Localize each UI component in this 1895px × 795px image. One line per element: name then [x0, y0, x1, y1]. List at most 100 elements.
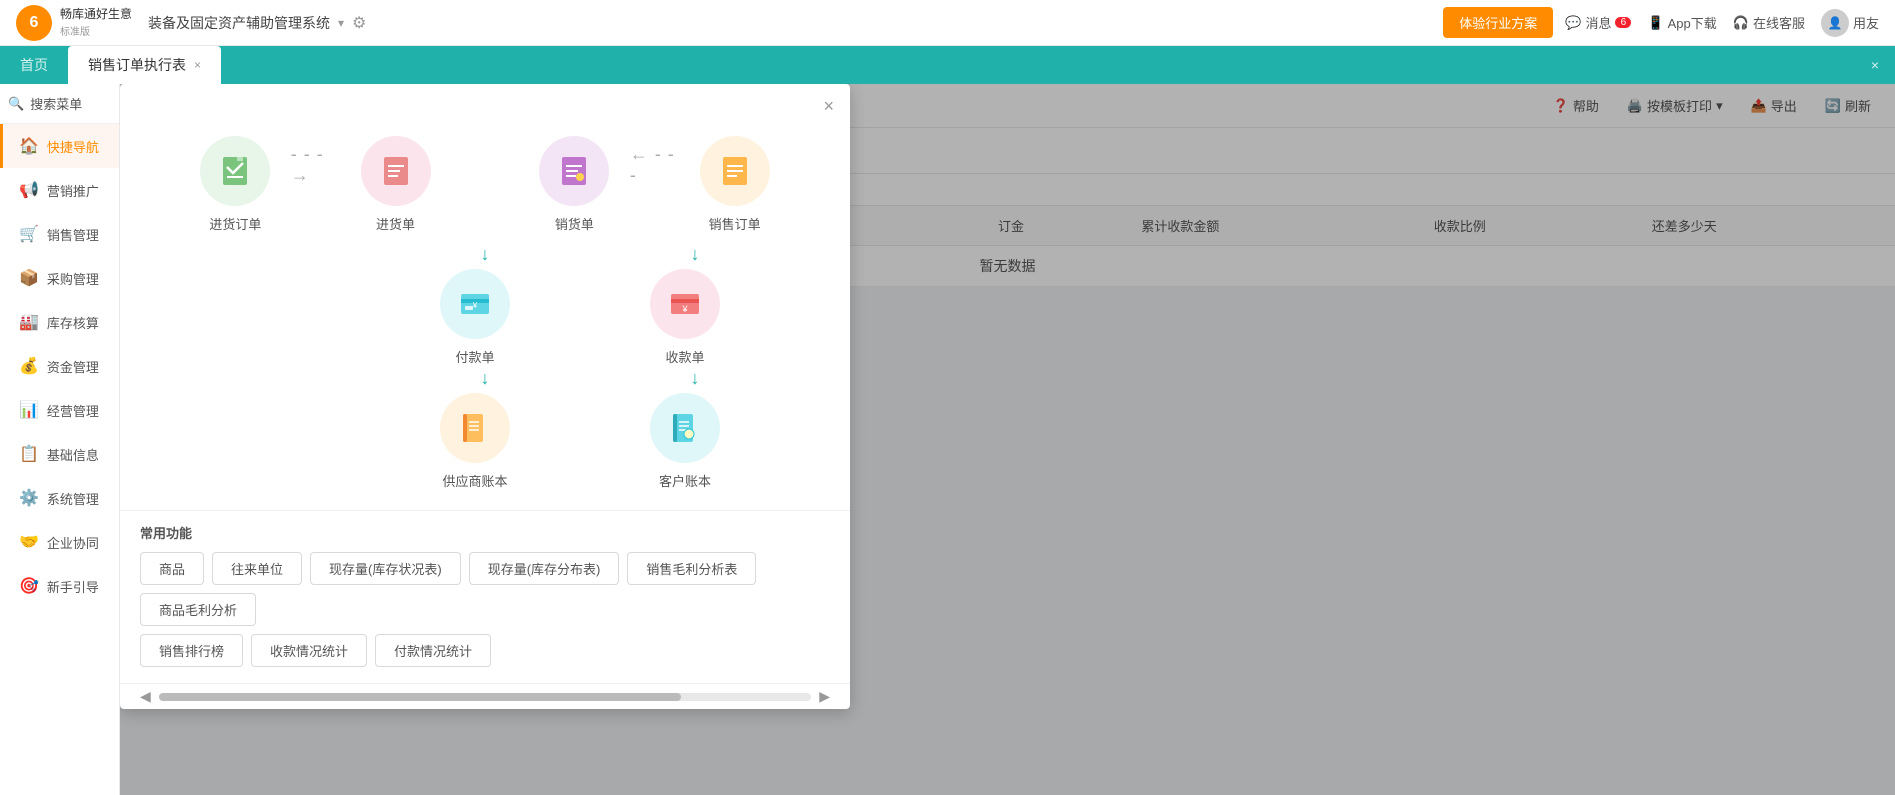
- message-label: 消息: [1585, 13, 1611, 32]
- message-btn[interactable]: 💬 消息 6: [1565, 13, 1631, 32]
- func-btn-stock-status[interactable]: 现存量(库存状况表): [310, 552, 461, 585]
- func-btn-goods[interactable]: 商品: [140, 552, 204, 585]
- sidebar-item-guide[interactable]: 🎯 新手引导: [0, 564, 119, 608]
- flow-node-payment[interactable]: ¥ 付款单: [410, 269, 540, 366]
- func-btn-sales-gross[interactable]: 销售毛利分析表: [627, 552, 756, 585]
- top-right-area: 💬 消息 6 📱 App下载 🎧 在线客服 👤 用友: [1565, 9, 1879, 37]
- flow-node-receipt[interactable]: ¥ 收款单: [620, 269, 750, 366]
- sidebar-item-purchase[interactable]: 📦 采购管理: [0, 256, 119, 300]
- sales-bill-circle: [539, 136, 609, 206]
- purchase-bill-label: 进货单: [376, 214, 415, 233]
- main-layout: 🔍 搜索菜单 🏠 快捷导航 📢 营销推广 🛒 销售管理 📦 采购管理 🏭 库存核…: [0, 84, 1895, 795]
- scroll-track[interactable]: [159, 693, 811, 701]
- top-bar: 6 畅库通好生意 标准版 装备及固定资产辅助管理系统 ▾ ⚙ 体验行业方案 💬 …: [0, 0, 1895, 46]
- marketing-icon: 📢: [19, 180, 39, 200]
- trial-button[interactable]: 体验行业方案: [1443, 7, 1553, 38]
- tab-home[interactable]: 首页: [0, 46, 68, 84]
- payment-label: 付款单: [455, 347, 494, 366]
- online-service-btn[interactable]: 🎧 在线客服: [1733, 13, 1805, 32]
- arrow-purchase-order-to-bill: - - - →: [291, 124, 340, 244]
- sidebar-label-basic-info: 基础信息: [47, 445, 99, 464]
- modal-close-btn[interactable]: ×: [823, 96, 834, 117]
- sidebar-item-quick-nav[interactable]: 🏠 快捷导航: [0, 124, 119, 168]
- sidebar-item-finance[interactable]: 💰 资金管理: [0, 344, 119, 388]
- svg-text:¥: ¥: [472, 301, 478, 310]
- home-icon: 🏠: [19, 136, 39, 156]
- sales-order-label: 销售订单: [709, 214, 761, 233]
- func-btn-payment-stat[interactable]: 付款情况统计: [375, 634, 491, 667]
- title-dropdown-icon[interactable]: ▾: [338, 16, 344, 30]
- func-btn-goods-gross[interactable]: 商品毛利分析: [140, 593, 256, 626]
- inventory-icon: 🏭: [19, 312, 39, 332]
- common-func-title: 常用功能: [140, 523, 830, 542]
- payment-circle: ¥: [440, 269, 510, 339]
- finance-icon: 💰: [19, 356, 39, 376]
- system-title-area: 装备及固定资产辅助管理系统 ▾ ⚙: [148, 13, 1431, 33]
- gear-icon[interactable]: ⚙: [352, 13, 366, 33]
- flow-node-supplier-ledger[interactable]: 供应商账本: [410, 393, 540, 490]
- supplier-ledger-circle: [440, 393, 510, 463]
- func-btn-stock-dist[interactable]: 现存量(库存分布表): [469, 552, 620, 585]
- tab-home-label: 首页: [20, 55, 48, 75]
- sidebar-item-marketing[interactable]: 📢 营销推广: [0, 168, 119, 212]
- sidebar-label-purchase: 采购管理: [47, 269, 99, 288]
- flow-node-sales-bill[interactable]: 销货单: [519, 136, 630, 233]
- scroll-row: ◀ ▶: [120, 683, 850, 709]
- app-download-btn[interactable]: 📱 App下载: [1647, 13, 1716, 32]
- content-area: ❓ 帮助 🖨️ 按模板打印 ▾ 📤 导出 🔄 刷新 yyyy-mm-dd 📅: [120, 84, 1895, 795]
- sidebar-item-operation[interactable]: 📊 经营管理: [0, 388, 119, 432]
- func-btn-receipt-stat[interactable]: 收款情况统计: [251, 634, 367, 667]
- message-icon: 💬: [1565, 15, 1581, 31]
- sidebar-search[interactable]: 🔍 搜索菜单: [0, 84, 119, 124]
- sidebar-item-sales[interactable]: 🛒 销售管理: [0, 212, 119, 256]
- customer-ledger-circle: [650, 393, 720, 463]
- svg-text:¥: ¥: [681, 304, 688, 314]
- scroll-left-arrow[interactable]: ◀: [140, 688, 151, 705]
- sidebar-item-collab[interactable]: 🤝 企业协同: [0, 520, 119, 564]
- flow-row-1: 进货订单 - - - →: [180, 124, 790, 244]
- sidebar-item-basic-info[interactable]: 📋 基础信息: [0, 432, 119, 476]
- flow-node-purchase-order[interactable]: 进货订单: [180, 136, 291, 233]
- scroll-thumb: [159, 693, 681, 701]
- logo-icon: 6: [16, 5, 52, 41]
- arrow-sales-order-to-bill: ← - - -: [630, 124, 679, 244]
- basic-info-icon: 📋: [19, 444, 39, 464]
- purchase-order-circle: [200, 136, 270, 206]
- window-close-icon[interactable]: ×: [1871, 57, 1879, 73]
- phone-icon: 📱: [1647, 15, 1663, 31]
- scroll-right-arrow[interactable]: ▶: [819, 688, 830, 705]
- sidebar-label-operation: 经营管理: [47, 401, 99, 420]
- system-title-text: 装备及固定资产辅助管理系统: [148, 13, 330, 33]
- customer-ledger-label: 客户账本: [659, 471, 711, 490]
- sales-bill-label: 销货单: [555, 214, 594, 233]
- flow-diagram: 进货订单 - - - →: [120, 84, 850, 510]
- down-arrow-sales: ↓: [630, 244, 760, 265]
- logo-area: 6 畅库通好生意 标准版: [16, 5, 136, 41]
- operation-icon: 📊: [19, 400, 39, 420]
- app-download-label: App下载: [1668, 13, 1717, 32]
- avatar: 👤: [1821, 9, 1849, 37]
- sidebar-label-marketing: 营销推广: [47, 181, 99, 200]
- sidebar-item-system[interactable]: ⚙️ 系统管理: [0, 476, 119, 520]
- system-icon: ⚙️: [19, 488, 39, 508]
- flow-node-purchase-bill[interactable]: 进货单: [340, 136, 451, 233]
- tab-sales-label: 销售订单执行表: [88, 55, 186, 75]
- sidebar-label-quick-nav: 快捷导航: [47, 137, 99, 156]
- common-functions-area: 常用功能 商品 往来单位 现存量(库存状况表) 现存量(库存分布表) 销售毛利分…: [120, 510, 850, 683]
- user-area[interactable]: 👤 用友: [1821, 9, 1879, 37]
- down-arrow-purchase: ↓: [420, 244, 550, 265]
- app-name: 畅库通好生意: [60, 7, 132, 23]
- func-btn-partner[interactable]: 往来单位: [212, 552, 302, 585]
- tab-sales-order[interactable]: 销售订单执行表 ×: [68, 46, 221, 84]
- sidebar-item-inventory[interactable]: 🏭 库存核算: [0, 300, 119, 344]
- down-arrow-payment: ↓: [420, 368, 550, 389]
- flow-node-sales-order[interactable]: 销售订单: [679, 136, 790, 233]
- purchase-icon: 📦: [19, 268, 39, 288]
- app-subtext: 标准版: [60, 23, 132, 38]
- tab-close-icon[interactable]: ×: [194, 58, 201, 72]
- message-badge: 6: [1615, 17, 1631, 28]
- func-buttons-row-2: 销售排行榜 收款情况统计 付款情况统计: [140, 634, 830, 667]
- flow-node-customer-ledger[interactable]: 客户账本: [620, 393, 750, 490]
- func-btn-sales-rank[interactable]: 销售排行榜: [140, 634, 243, 667]
- receipt-circle: ¥: [650, 269, 720, 339]
